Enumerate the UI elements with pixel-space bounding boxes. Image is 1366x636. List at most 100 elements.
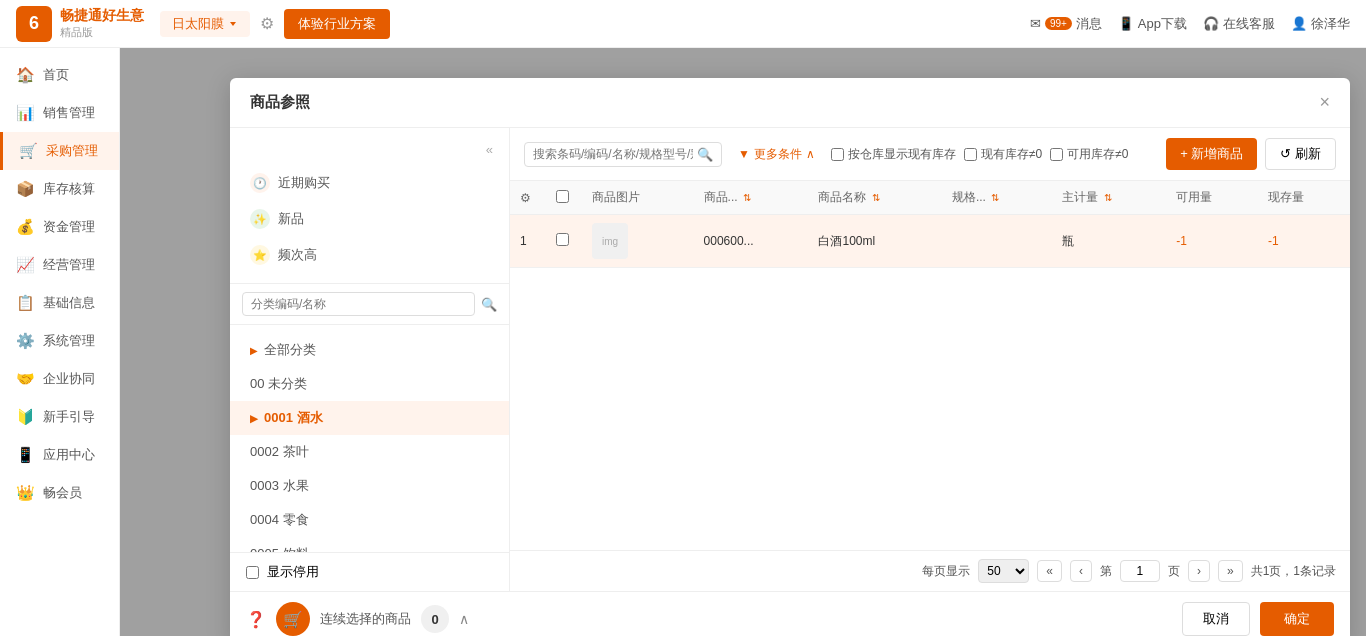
- pagination-summary: 共1页，1条记录: [1251, 563, 1336, 580]
- available-stock-checkbox[interactable]: [964, 148, 977, 161]
- spec-sort-icon: ⇅: [991, 192, 999, 203]
- page-size-select[interactable]: 50 100 200: [978, 559, 1029, 583]
- apps-icon: 📱: [16, 446, 35, 464]
- table-row[interactable]: 1 img 000600... 白酒100ml: [510, 215, 1350, 268]
- message-item[interactable]: ✉ 99+ 消息: [1030, 15, 1102, 33]
- col-spec-header[interactable]: 规格... ⇅: [942, 181, 1053, 215]
- refresh-button[interactable]: ↺ 刷新: [1265, 138, 1336, 170]
- next-page-button[interactable]: ›: [1188, 560, 1210, 582]
- col-unit-header[interactable]: 主计量 ⇅: [1052, 181, 1166, 215]
- sidebar-item-member[interactable]: 👑 畅会员: [0, 474, 119, 512]
- sidebar-item-operations[interactable]: 📈 经营管理: [0, 246, 119, 284]
- online-service-label: 在线客服: [1223, 15, 1275, 33]
- sidebar-item-home[interactable]: 🏠 首页: [0, 56, 119, 94]
- sidebar-item-apps[interactable]: 📱 应用中心: [0, 436, 119, 474]
- product-search-input[interactable]: [533, 147, 693, 161]
- sidebar-item-sales[interactable]: 📊 销售管理: [0, 94, 119, 132]
- prev-page-button[interactable]: ‹: [1070, 560, 1092, 582]
- category-item-all[interactable]: ▶ 全部分类: [230, 333, 509, 367]
- category-item-snack[interactable]: 0004 零食: [230, 503, 509, 537]
- help-icon[interactable]: ❓: [246, 610, 266, 629]
- sidebar-item-inventory[interactable]: 📦 库存核算: [0, 170, 119, 208]
- chevron-up-icon[interactable]: ∧: [459, 611, 469, 627]
- category-item-fruit[interactable]: 0003 水果: [230, 469, 509, 503]
- col-image-header: 商品图片: [582, 181, 694, 215]
- enterprise-icon: 🤝: [16, 370, 35, 388]
- new-icon: ✨: [250, 209, 270, 229]
- sidebar-item-enterprise[interactable]: 🤝 企业协同: [0, 360, 119, 398]
- headset-icon: 🎧: [1203, 16, 1219, 31]
- finance-icon: 💰: [16, 218, 35, 236]
- category-item-drinks[interactable]: 0005 饮料: [230, 537, 509, 552]
- collapse-button[interactable]: «: [486, 142, 493, 157]
- product-search-icon[interactable]: 🔍: [697, 147, 713, 162]
- logo: 6 畅捷通好生意 精品版: [16, 6, 144, 42]
- usable-stock-label: 可用库存≠0: [1067, 146, 1128, 163]
- product-search-bar: 🔍: [524, 142, 722, 167]
- col-settings-header[interactable]: ⚙: [510, 181, 546, 215]
- add-product-button[interactable]: + 新增商品: [1166, 138, 1257, 170]
- sidebar-item-purchase[interactable]: 🛒 采购管理: [0, 132, 119, 170]
- layout: 🏠 首页 📊 销售管理 🛒 采购管理 📦 库存核算 💰 资金管理 📈 经营管理 …: [0, 48, 1366, 636]
- sidebar-item-guide[interactable]: 🔰 新手引导: [0, 398, 119, 436]
- nav-selector[interactable]: 日太阳膜: [160, 11, 250, 37]
- col-name-header[interactable]: 商品名称 ⇅: [808, 181, 941, 215]
- available-stock-checkbox-group: 现有库存≠0: [964, 146, 1042, 163]
- row-code: 000600...: [694, 215, 809, 268]
- col-stock-header: 现存量: [1258, 181, 1350, 215]
- category-label-drinks: 0005 饮料: [250, 545, 309, 552]
- sidebar-label-member: 畅会员: [43, 484, 82, 502]
- filter-icon: ▼: [738, 147, 750, 161]
- message-label: 消息: [1076, 15, 1102, 33]
- category-item-liquor[interactable]: ▶ 0001 酒水: [230, 401, 509, 435]
- modal-footer: ❓ 🛒 连续选择的商品 0 ∧ 取消 确定: [230, 591, 1350, 636]
- category-label-snack: 0004 零食: [250, 511, 309, 529]
- category-list: ▶ 全部分类 00 未分类 ▶ 0001 酒水 0002 茶叶: [230, 325, 509, 552]
- usable-stock-checkbox[interactable]: [1050, 148, 1063, 161]
- category-search-icon[interactable]: 🔍: [481, 297, 497, 312]
- last-page-button[interactable]: »: [1218, 560, 1243, 582]
- cancel-button[interactable]: 取消: [1182, 602, 1250, 636]
- tab-frequent-label: 频次高: [278, 246, 317, 264]
- modal-close-button[interactable]: ×: [1319, 92, 1330, 113]
- sidebar-item-finance[interactable]: 💰 资金管理: [0, 208, 119, 246]
- col-check-header: [546, 181, 582, 215]
- tab-recent-purchase[interactable]: 🕐 近期购买: [230, 165, 509, 201]
- category-search-input[interactable]: [242, 292, 475, 316]
- user-item[interactable]: 👤 徐泽华: [1291, 15, 1350, 33]
- sidebar-label-inventory: 库存核算: [43, 180, 95, 198]
- nav-right: ✉ 99+ 消息 📱 App下载 🎧 在线客服 👤 徐泽华: [1030, 15, 1350, 33]
- system-icon: ⚙️: [16, 332, 35, 350]
- col-code-header[interactable]: 商品... ⇅: [694, 181, 809, 215]
- show-disabled-checkbox[interactable]: [246, 566, 259, 579]
- tab-frequent[interactable]: ⭐ 频次高: [230, 237, 509, 273]
- experience-button[interactable]: 体验行业方案: [284, 9, 390, 39]
- sidebar-label-sales: 销售管理: [43, 104, 95, 122]
- page-number-input[interactable]: [1120, 560, 1160, 582]
- app-download-item[interactable]: 📱 App下载: [1118, 15, 1187, 33]
- gear-icon[interactable]: ⚙: [260, 14, 274, 33]
- first-page-button[interactable]: «: [1037, 560, 1062, 582]
- confirm-button[interactable]: 确定: [1260, 602, 1334, 636]
- modal-title: 商品参照: [250, 93, 310, 112]
- cart-button[interactable]: 🛒: [276, 602, 310, 636]
- filter-button[interactable]: ▼ 更多条件 ∧: [730, 142, 823, 167]
- sidebar-item-basic-info[interactable]: 📋 基础信息: [0, 284, 119, 322]
- row-spec: [942, 215, 1053, 268]
- tab-new-items[interactable]: ✨ 新品: [230, 201, 509, 237]
- tab-new-label: 新品: [278, 210, 304, 228]
- sidebar-item-system[interactable]: ⚙️ 系统管理: [0, 322, 119, 360]
- filter-chevron-icon: ∧: [806, 147, 815, 161]
- product-image: img: [592, 223, 628, 259]
- row-checkbox[interactable]: [556, 233, 569, 246]
- name-sort-icon: ⇅: [872, 192, 880, 203]
- stock-warehouse-checkbox[interactable]: [831, 148, 844, 161]
- category-item-uncategorized[interactable]: 00 未分类: [230, 367, 509, 401]
- filter-label: 更多条件: [754, 146, 802, 163]
- basic-info-icon: 📋: [16, 294, 35, 312]
- inventory-icon: 📦: [16, 180, 35, 198]
- online-service-item[interactable]: 🎧 在线客服: [1203, 15, 1275, 33]
- category-item-tea[interactable]: 0002 茶叶: [230, 435, 509, 469]
- select-all-checkbox[interactable]: [556, 190, 569, 203]
- page-label: 第: [1100, 563, 1112, 580]
